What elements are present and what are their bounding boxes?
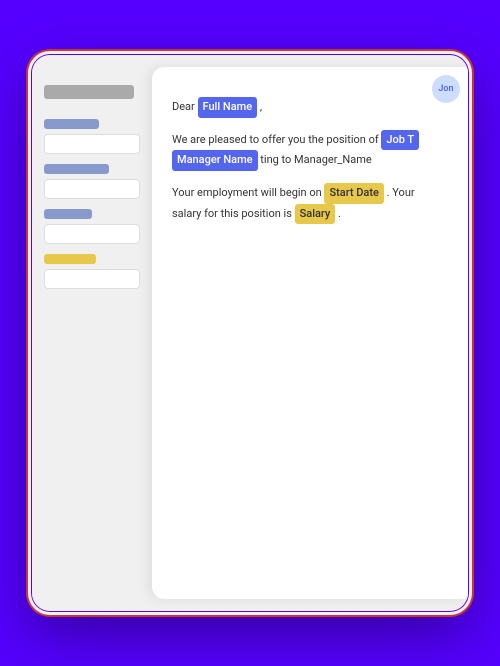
full-name-tag: Full Name [198, 97, 258, 118]
sidebar-input-3[interactable] [44, 224, 140, 244]
avatar-initials: Jon [438, 84, 453, 94]
letter-paragraph-1: We are pleased to offer you the position… [172, 130, 448, 171]
main-content: Jon Dear Full Name , We are pleased to o… [152, 67, 468, 599]
sidebar-input-2[interactable] [44, 179, 140, 199]
sidebar-item-3 [44, 209, 140, 244]
sidebar-label-3 [44, 209, 92, 219]
sidebar-label-1 [44, 119, 99, 129]
letter-greeting: Dear Full Name , [172, 97, 448, 118]
sidebar-label-4 [44, 254, 96, 264]
sidebar-header-bar [44, 85, 134, 99]
sidebar-item-2 [44, 164, 140, 199]
paragraph2-end: . [338, 207, 341, 220]
sidebar-item-4 [44, 254, 140, 289]
paragraph1-before: We are pleased to offer you the position… [172, 133, 379, 146]
letter-paragraph-2: Your employment will begin on Start Date… [172, 183, 448, 224]
sidebar-input-1[interactable] [44, 134, 140, 154]
salary-tag: Salary [295, 204, 336, 225]
paragraph2-before: Your employment will begin on [172, 186, 322, 199]
letter-body: Dear Full Name , We are pleased to offer… [172, 97, 448, 224]
greeting-text: Dear [172, 100, 195, 113]
sidebar-label-2 [44, 164, 109, 174]
paragraph2-middle: . Your [387, 186, 415, 199]
salary-label: salary for this position is [172, 207, 292, 220]
device-frame: Jon Dear Full Name , We are pleased to o… [30, 53, 470, 613]
sidebar [32, 55, 152, 611]
start-date-tag: Start Date [324, 183, 383, 204]
job-title-tag: Job T [381, 130, 419, 151]
manager-name-tag: Manager Name [172, 150, 258, 171]
sidebar-input-4[interactable] [44, 269, 140, 289]
paragraph1-rest: ting to Manager_Name [260, 153, 371, 166]
sidebar-item-1 [44, 119, 140, 154]
avatar: Jon [432, 75, 460, 103]
comma: , [260, 100, 262, 113]
